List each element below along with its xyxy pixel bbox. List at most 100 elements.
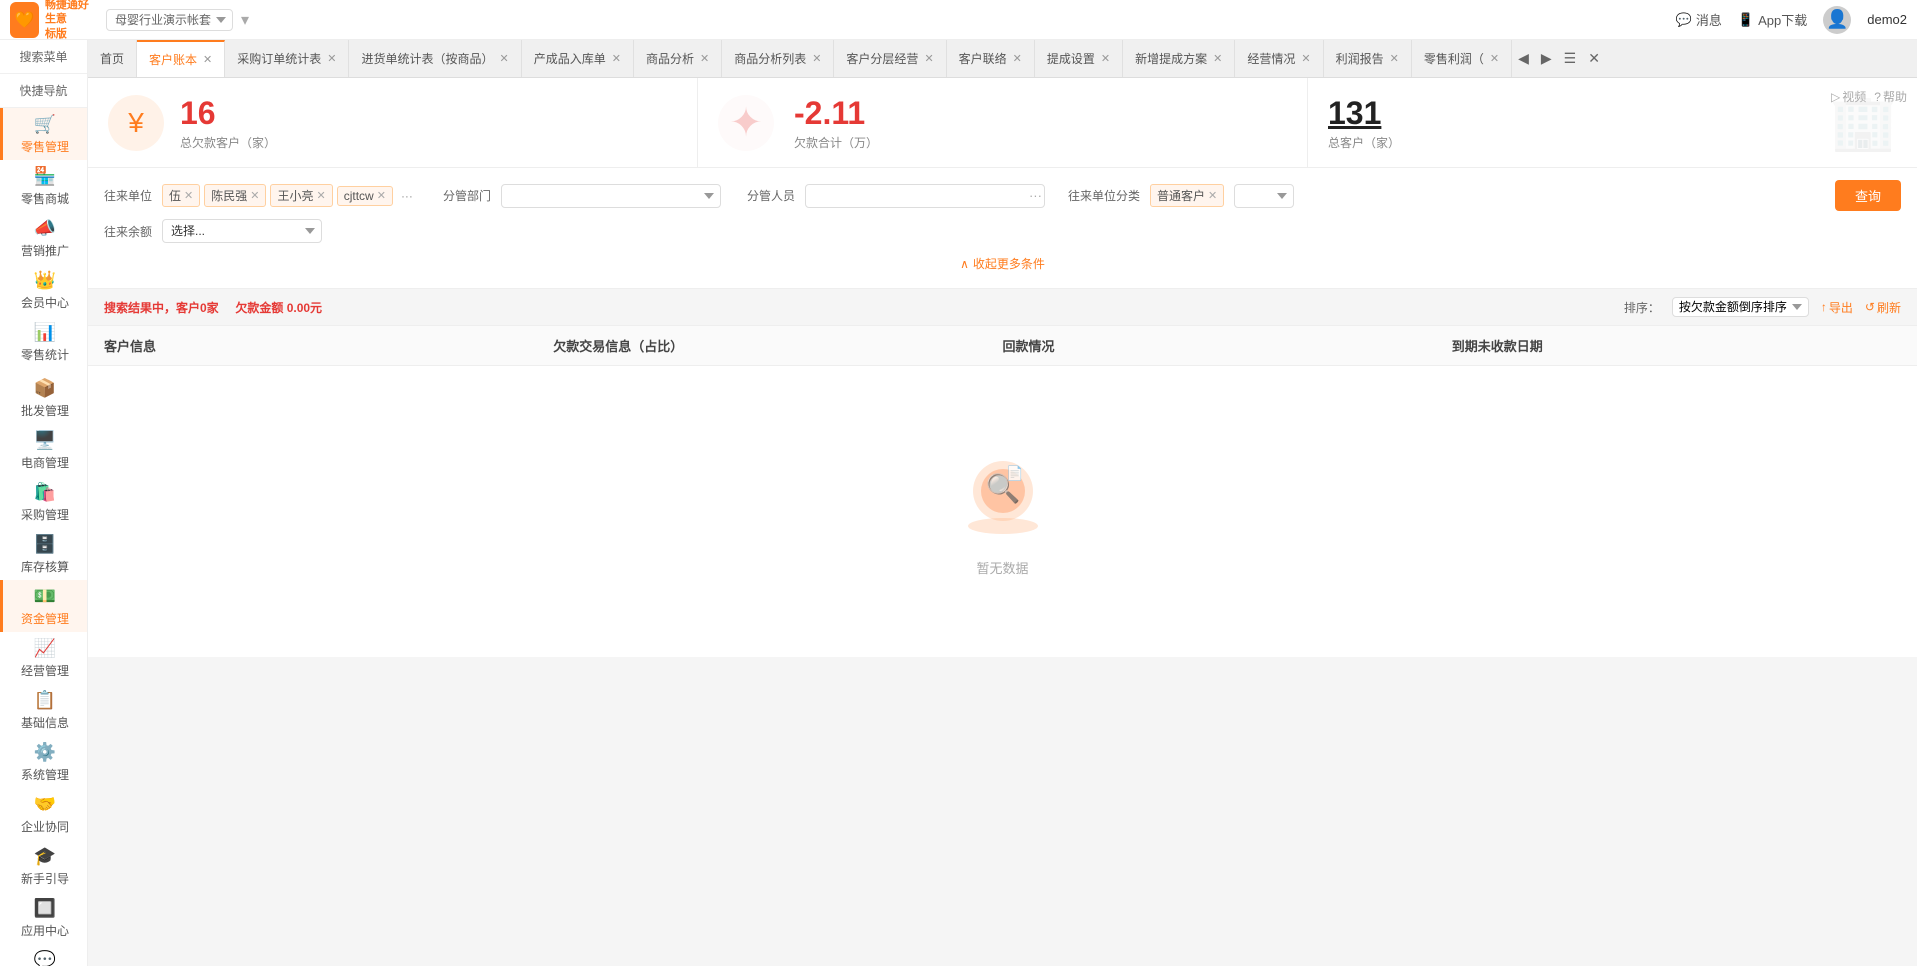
sidebar-item-wholesale[interactable]: 📦 批发管理 (0, 372, 87, 424)
tab-close-cost-entry[interactable]: ✕ (612, 52, 621, 65)
sidebar-item-ops[interactable]: 📈 经营管理 (0, 632, 87, 684)
main-layout: 搜索菜单 快捷导航 🛒 零售管理 🏪 零售商城 📣 营销推广 👑 会员中心 📊 … (0, 40, 1917, 966)
remove-tag-wu[interactable]: ✕ (184, 189, 193, 202)
wholesale-icon: 📦 (34, 378, 56, 399)
tab-close-profit-report[interactable]: ✕ (1390, 52, 1399, 65)
sidebar-item-ecommerce[interactable]: 🖥️ 电商管理 (0, 424, 87, 476)
tab-close-improve-settings[interactable]: ✕ (1101, 52, 1110, 65)
tab-ops-status[interactable]: 经营情况 ✕ (1235, 40, 1323, 78)
collapse-button[interactable]: ∧ 收起更多条件 (960, 255, 1045, 272)
col-header-debt: 欠款交易信息（占比） (553, 336, 1002, 355)
tab-close-purchase-order[interactable]: ✕ (327, 52, 336, 65)
sidebar-item-system[interactable]: ⚙️ 系统管理 (0, 736, 87, 788)
sidebar-item-marketing[interactable]: 📣 营销推广 (0, 212, 87, 264)
page-content: ¥ 16 总欠款客户（家） ✦ -2.11 欠款合计（万） (88, 78, 1917, 966)
tab-close-customer-segment[interactable]: ✕ (924, 52, 933, 65)
sidebar-item-basic[interactable]: 📋 基础信息 (0, 684, 87, 736)
tab-purchase-order[interactable]: 采购订单统计表 ✕ (225, 40, 349, 78)
sidebar-item-member[interactable]: 👑 会员中心 (0, 264, 87, 316)
sidebar-item-purchase[interactable]: 🛍️ 采购管理 (0, 476, 87, 528)
tab-improve-settings[interactable]: 提成设置 ✕ (1035, 40, 1123, 78)
tab-goods-analysis[interactable]: 商品分析 ✕ (634, 40, 722, 78)
tab-inbound-stats[interactable]: 进货单统计表（按商品） ✕ (349, 40, 521, 78)
remove-tag-chen[interactable]: ✕ (250, 189, 259, 202)
filter-unit-type-select[interactable] (1234, 184, 1294, 208)
col-header-customer: 客户信息 (104, 336, 553, 355)
person-more-btn[interactable]: ··· (1029, 188, 1042, 203)
tab-goods-analysis-list[interactable]: 商品分析列表 ✕ (722, 40, 834, 78)
sidebar-item-newbie[interactable]: 🎓 新手引导 (0, 840, 87, 892)
stat-label-debt: 欠款合计（万） (794, 134, 878, 151)
retail-mgmt-icon: 🛒 (34, 114, 56, 135)
sort-select[interactable]: 按欠款金额倒序排序 (1672, 297, 1809, 317)
sidebar-item-inventory[interactable]: 🗄️ 库存核算 (0, 528, 87, 580)
empty-illustration: 🔍 📄 (953, 446, 1053, 546)
tab-scroll-left[interactable]: ◀ (1512, 40, 1535, 78)
sidebar-quick-nav[interactable]: 快捷导航 (0, 74, 87, 108)
sidebar-search[interactable]: 搜索菜单 (0, 40, 87, 74)
remove-tag-cjttcw[interactable]: ✕ (377, 189, 386, 202)
tab-home[interactable]: 首页 (88, 40, 137, 78)
tab-close-goods-analysis-list[interactable]: ✕ (812, 52, 821, 65)
tab-menu[interactable]: ☰ (1558, 40, 1583, 78)
apps-icon: 🔲 (34, 898, 56, 919)
logo-text: 畅捷通好生意 标版 (45, 0, 98, 41)
tab-close-goods-analysis[interactable]: ✕ (700, 52, 709, 65)
tab-customer-segment[interactable]: 客户分层经营 ✕ (834, 40, 946, 78)
content-area: 首页 客户账本 ✕ 采购订单统计表 ✕ 进货单统计表（按商品） ✕ 产成品入库单… (88, 40, 1917, 966)
user-name[interactable]: demo2 (1867, 12, 1907, 27)
filter-tag-wang: 王小亮 ✕ (270, 184, 332, 207)
video-icon: ▷ (1831, 90, 1840, 104)
sidebar-item-retail-mgmt[interactable]: 🛒 零售管理 (0, 108, 87, 160)
tab-close-inbound-stats[interactable]: ✕ (500, 52, 509, 65)
stat-card-debt: ✦ -2.11 欠款合计（万） (698, 78, 1308, 167)
remove-tag-normal-customer[interactable]: ✕ (1208, 189, 1217, 202)
stat-label-customers: 总欠款客户（家） (180, 134, 276, 151)
filter-person-input[interactable] (805, 184, 1045, 208)
ecommerce-icon: 🖥️ (34, 430, 56, 451)
help-button[interactable]: ? 帮助 (1874, 88, 1907, 105)
tab-customer-connect[interactable]: 客户联络 ✕ (947, 40, 1035, 78)
message-icon: 💬 (1676, 12, 1692, 28)
sidebar-item-enterprise[interactable]: 🤝 企业协同 (0, 788, 87, 840)
tab-customer-book[interactable]: 客户账本 ✕ (137, 40, 225, 78)
filter-actions: ∧ 收起更多条件 (104, 251, 1901, 276)
results-actions: 排序： 按欠款金额倒序排序 ↑ 导出 ↺ 刷新 (1624, 297, 1901, 317)
sidebar-item-retail-mall[interactable]: 🏪 零售商城 (0, 160, 87, 212)
tab-close-customer-connect[interactable]: ✕ (1013, 52, 1022, 65)
tab-profit-report[interactable]: 利润报告 ✕ (1324, 40, 1412, 78)
remove-tag-wang[interactable]: ✕ (317, 189, 326, 202)
newbie-icon: 🎓 (34, 846, 56, 867)
tab-collapse[interactable]: ✕ (1582, 40, 1606, 78)
sidebar-item-wechat[interactable]: 💬 企业微信 (0, 944, 87, 966)
filter-more-button[interactable]: ··· (397, 187, 417, 205)
sidebar-item-retail-stats[interactable]: 📊 零售统计 (0, 316, 87, 368)
tab-add-solution[interactable]: 新增提成方案 ✕ (1123, 40, 1235, 78)
message-button[interactable]: 💬 消息 (1676, 10, 1722, 29)
refresh-button[interactable]: ↺ 刷新 (1865, 299, 1901, 316)
tab-retail-profit[interactable]: 零售利润（ ✕ (1412, 40, 1512, 78)
filter-balance-select[interactable]: 选择... (162, 219, 322, 243)
sidebar-item-apps[interactable]: 🔲 应用中心 (0, 892, 87, 944)
tab-scroll-right[interactable]: ▶ (1535, 40, 1558, 78)
refresh-icon: ↺ (1865, 300, 1875, 314)
tab-close-ops-status[interactable]: ✕ (1301, 52, 1310, 65)
debt-bg-icon: ✦ (729, 100, 763, 146)
filter-tag-normal-customer: 普通客户 ✕ (1150, 184, 1224, 207)
app-download-button[interactable]: 📱 App下载 (1738, 10, 1807, 29)
export-button[interactable]: ↑ 导出 (1821, 299, 1853, 316)
sidebar-item-finance[interactable]: 💵 资金管理 (0, 580, 87, 632)
sort-label: 排序： (1624, 299, 1660, 316)
account-select[interactable]: 母婴行业演示帐套 (106, 9, 233, 31)
tab-cost-entry[interactable]: 产成品入库单 ✕ (522, 40, 634, 78)
tab-close-add-solution[interactable]: ✕ (1213, 52, 1222, 65)
filter-dept-select[interactable] (501, 184, 721, 208)
query-button[interactable]: 查询 (1835, 180, 1901, 211)
video-help-button[interactable]: ▷ 视频 (1831, 88, 1866, 105)
stat-value-debt: -2.11 (794, 95, 878, 132)
tab-close-customer-book[interactable]: ✕ (203, 53, 212, 66)
col-header-repay: 回款情况 (1003, 336, 1452, 355)
results-info: 搜索结果中，客户0家 欠款金额 0.00元 (104, 299, 322, 316)
stat-card-customers: ¥ 16 总欠款客户（家） (88, 78, 698, 167)
tab-close-retail-profit[interactable]: ✕ (1490, 52, 1499, 65)
